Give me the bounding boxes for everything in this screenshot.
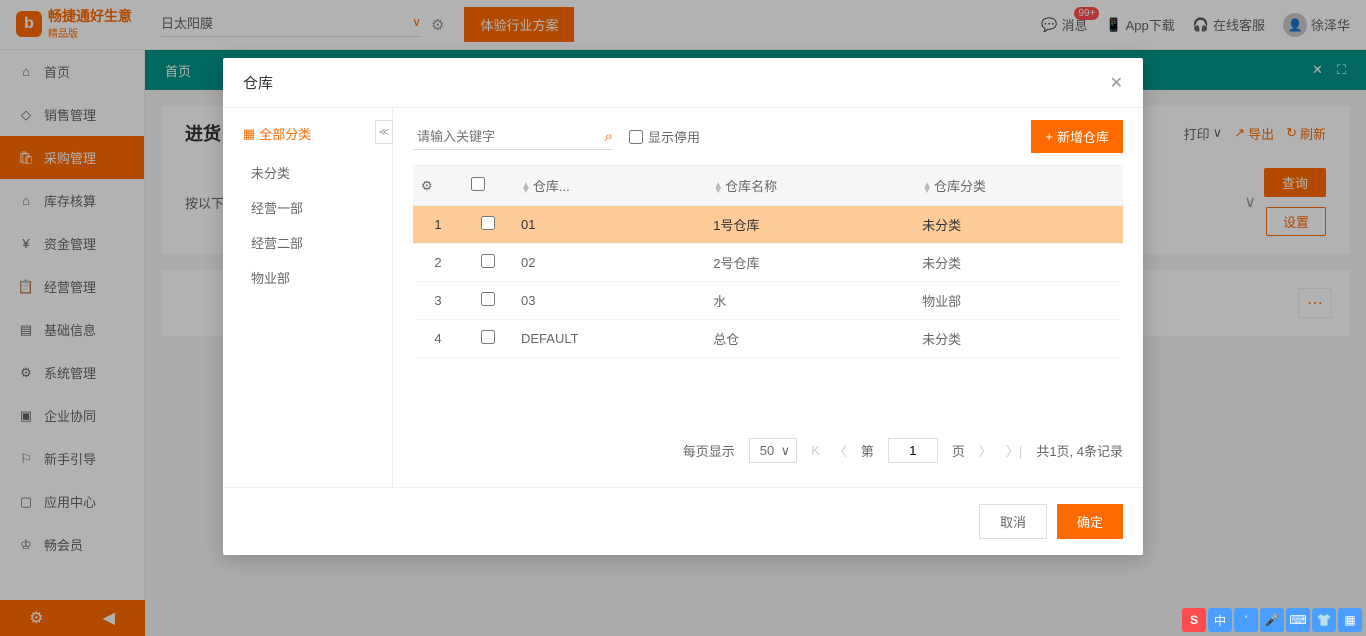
- modal-header: 仓库 ✕: [223, 58, 1143, 107]
- show-disabled-label: 显示停用: [648, 127, 700, 146]
- category-item[interactable]: 经营二部: [223, 225, 392, 260]
- page-number-input[interactable]: [888, 438, 938, 463]
- table-row[interactable]: 1 01 1号仓库 未分类: [413, 206, 1123, 244]
- table-row[interactable]: 2 02 2号仓库 未分类: [413, 244, 1123, 282]
- cell-code: 03: [513, 282, 705, 320]
- sort-icon: ▲▼: [713, 183, 723, 193]
- cell-code: 02: [513, 244, 705, 282]
- table-row[interactable]: 3 03 水 物业部: [413, 282, 1123, 320]
- category-item[interactable]: 经营一部: [223, 190, 392, 225]
- page-suffix: 页: [952, 441, 965, 460]
- cell-name: 总仓: [705, 320, 914, 358]
- ime-s-icon[interactable]: S: [1182, 608, 1206, 632]
- cell-category: 物业部: [914, 282, 1123, 320]
- checkbox-column: [463, 166, 513, 206]
- row-checkbox[interactable]: [481, 216, 495, 230]
- last-page-icon[interactable]: 〉|: [1006, 441, 1022, 460]
- row-checkbox[interactable]: [481, 254, 495, 268]
- gear-column[interactable]: ⚙: [413, 166, 463, 206]
- show-disabled-checkbox[interactable]: 显示停用: [629, 127, 700, 146]
- table-toolbar: ⌕ 显示停用 + 新增仓库: [413, 120, 1123, 153]
- pagination: 每页显示 50 ∨ K 〈 第 页 〉 〉| 共1页, 4条记录: [413, 426, 1123, 475]
- search-box: ⌕: [413, 124, 613, 150]
- row-checkbox[interactable]: [481, 330, 495, 344]
- cell-category: 未分类: [914, 206, 1123, 244]
- close-icon[interactable]: ✕: [1110, 73, 1123, 93]
- add-warehouse-button[interactable]: + 新增仓库: [1031, 120, 1123, 153]
- cell-name: 2号仓库: [705, 244, 914, 282]
- row-index: 2: [413, 244, 463, 282]
- cell-name: 水: [705, 282, 914, 320]
- ime-keyboard-icon[interactable]: ⌨: [1286, 608, 1310, 632]
- modal-footer: 取消 确定: [223, 487, 1143, 555]
- category-item[interactable]: 物业部: [223, 260, 392, 295]
- plus-icon: +: [1045, 129, 1053, 144]
- ime-mic-icon[interactable]: 🎤: [1260, 608, 1284, 632]
- cell-category: 未分类: [914, 244, 1123, 282]
- first-page-icon[interactable]: K: [811, 443, 820, 458]
- category-column[interactable]: ▲▼仓库分类: [914, 166, 1123, 206]
- cell-name: 1号仓库: [705, 206, 914, 244]
- ime-menu-icon[interactable]: ▦: [1338, 608, 1362, 632]
- category-item[interactable]: 未分类: [223, 155, 392, 190]
- ime-lang-icon[interactable]: 中: [1208, 608, 1232, 632]
- per-page-label: 每页显示: [683, 441, 735, 460]
- ime-toolbar: S 中 ' 🎤 ⌨ 👕 ▦: [1182, 608, 1362, 632]
- all-categories-label: 全部分类: [259, 124, 311, 143]
- modal-title: 仓库: [243, 72, 273, 93]
- code-column[interactable]: ▲▼仓库...: [513, 166, 705, 206]
- show-disabled-input[interactable]: [629, 130, 643, 144]
- search-icon[interactable]: ⌕: [605, 128, 613, 145]
- cell-code: DEFAULT: [513, 320, 705, 358]
- cell-code: 01: [513, 206, 705, 244]
- select-all-checkbox[interactable]: [471, 177, 485, 191]
- grid-icon: ▦: [243, 126, 255, 142]
- next-page-icon[interactable]: 〉: [979, 441, 992, 460]
- confirm-button[interactable]: 确定: [1057, 504, 1123, 539]
- page-size-select[interactable]: 50 ∨: [749, 438, 797, 463]
- page-prefix: 第: [861, 441, 874, 460]
- pagination-summary: 共1页, 4条记录: [1036, 441, 1123, 460]
- modal-overlay: 仓库 ✕ ▦ 全部分类 未分类 经营一部 经营二部 物业部 ≪ ⌕: [0, 0, 1366, 636]
- warehouse-modal: 仓库 ✕ ▦ 全部分类 未分类 经营一部 经营二部 物业部 ≪ ⌕: [223, 58, 1143, 555]
- ime-skin-icon[interactable]: 👕: [1312, 608, 1336, 632]
- category-sidebar: ▦ 全部分类 未分类 经营一部 经营二部 物业部 ≪: [223, 108, 393, 487]
- prev-page-icon[interactable]: 〈: [834, 441, 847, 460]
- row-checkbox[interactable]: [481, 292, 495, 306]
- sort-icon: ▲▼: [922, 183, 932, 193]
- row-index: 3: [413, 282, 463, 320]
- cell-category: 未分类: [914, 320, 1123, 358]
- table-row[interactable]: 4 DEFAULT 总仓 未分类: [413, 320, 1123, 358]
- search-input[interactable]: [413, 124, 605, 149]
- collapse-sidebar-button[interactable]: ≪: [375, 120, 393, 144]
- sort-icon: ▲▼: [521, 183, 531, 193]
- ime-punct-icon[interactable]: ': [1234, 608, 1258, 632]
- name-column[interactable]: ▲▼仓库名称: [705, 166, 914, 206]
- cancel-button[interactable]: 取消: [979, 504, 1047, 539]
- warehouse-table: ⚙ ▲▼仓库... ▲▼仓库名称 ▲▼仓库分类 1 01 1号仓库: [413, 165, 1123, 358]
- chevron-down-icon: ∨: [781, 443, 791, 459]
- row-index: 4: [413, 320, 463, 358]
- row-index: 1: [413, 206, 463, 244]
- all-categories[interactable]: ▦ 全部分类: [223, 120, 392, 155]
- add-button-label: 新增仓库: [1057, 127, 1109, 146]
- table-area: ⌕ 显示停用 + 新增仓库 ⚙: [393, 108, 1143, 487]
